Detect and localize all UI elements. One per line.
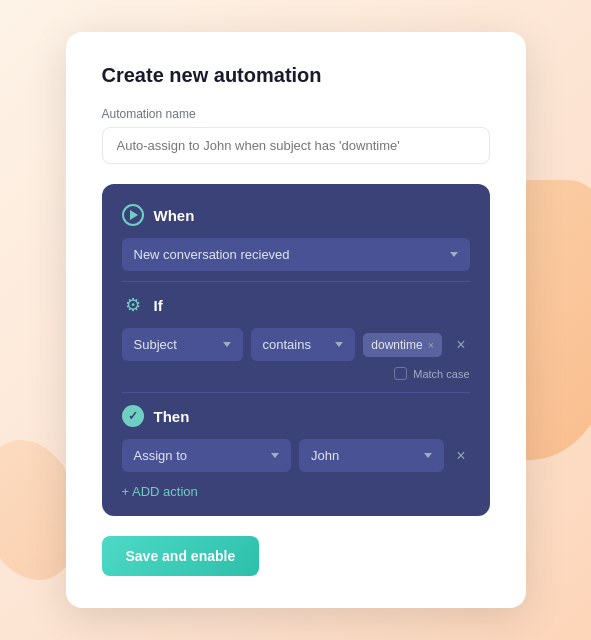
if-tag-container: downtime × — [363, 333, 444, 357]
add-action-button[interactable]: + ADD action — [122, 484, 198, 499]
if-condition-chevron-icon — [335, 342, 343, 347]
if-subject-value: Subject — [134, 337, 177, 352]
then-assignee-dropdown[interactable]: John — [299, 439, 444, 472]
automation-name-label: Automation name — [102, 107, 490, 121]
when-trigger-chevron-icon — [450, 252, 458, 257]
if-subject-chevron-icon — [223, 342, 231, 347]
when-trigger-row: New conversation recieved — [122, 238, 470, 271]
save-enable-button[interactable]: Save and enable — [102, 536, 260, 576]
if-tag: downtime × — [363, 333, 442, 357]
when-if-divider — [122, 281, 470, 282]
if-condition-dropdown[interactable]: contains — [251, 328, 356, 361]
match-case-checkbox[interactable] — [394, 367, 407, 380]
then-action-dropdown[interactable]: Assign to — [122, 439, 291, 472]
when-trigger-value: New conversation recieved — [134, 247, 290, 262]
automation-rules-panel: When New conversation recieved ⚙ If Subj… — [102, 184, 490, 516]
if-tag-close-icon[interactable]: × — [428, 339, 434, 351]
match-case-label: Match case — [413, 368, 469, 380]
if-remove-button[interactable]: × — [452, 337, 469, 353]
then-check-icon — [122, 405, 144, 427]
when-label: When — [154, 207, 195, 224]
automation-name-input[interactable] — [102, 127, 490, 164]
if-section-header: ⚙ If — [122, 294, 470, 316]
if-condition-value: contains — [263, 337, 311, 352]
when-section-header: When — [122, 204, 470, 226]
then-action-value: Assign to — [134, 448, 187, 463]
then-label: Then — [154, 408, 190, 425]
card-title: Create new automation — [102, 64, 490, 87]
match-case-row: Match case — [122, 367, 470, 380]
if-subject-dropdown[interactable]: Subject — [122, 328, 243, 361]
then-section-header: Then — [122, 405, 470, 427]
if-condition-row: Subject contains downtime × × — [122, 328, 470, 361]
then-assignee-chevron-icon — [424, 453, 432, 458]
if-tag-value: downtime — [371, 338, 422, 352]
then-assign-row: Assign to John × — [122, 439, 470, 472]
then-remove-button[interactable]: × — [452, 448, 469, 464]
when-trigger-dropdown[interactable]: New conversation recieved — [122, 238, 470, 271]
then-action-chevron-icon — [271, 453, 279, 458]
create-automation-card: Create new automation Automation name Wh… — [66, 32, 526, 608]
if-gear-icon: ⚙ — [122, 294, 144, 316]
if-then-divider — [122, 392, 470, 393]
if-label: If — [154, 297, 163, 314]
when-play-icon — [122, 204, 144, 226]
then-assignee-value: John — [311, 448, 339, 463]
